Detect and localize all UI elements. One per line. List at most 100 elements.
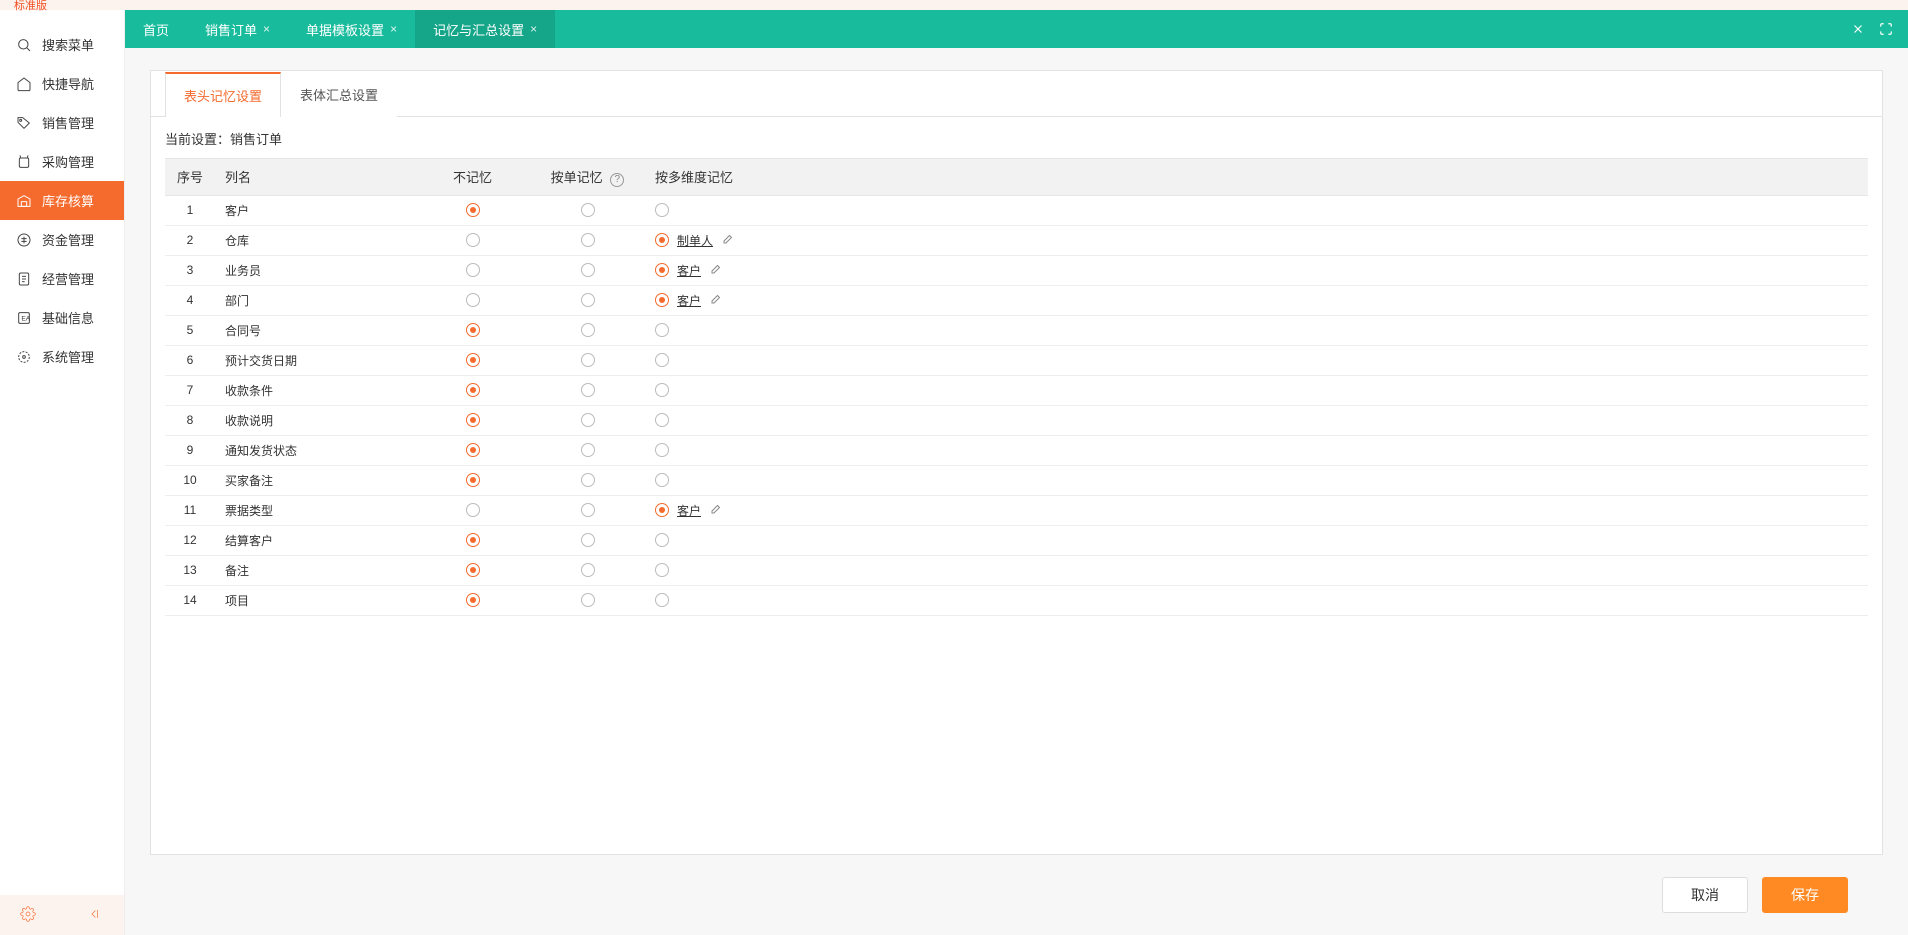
dim-label[interactable]: 客户 [677, 502, 701, 519]
sidebar-item-label: 搜索菜单 [42, 35, 94, 54]
sidebar-item-4[interactable]: 库存核算 [0, 181, 124, 220]
row-byorder [530, 465, 645, 495]
row-none [415, 465, 530, 495]
radio-byorder[interactable] [581, 323, 595, 337]
tab-3[interactable]: 记忆与汇总设置× [415, 10, 555, 48]
cancel-button[interactable]: 取消 [1662, 877, 1748, 913]
row-name: 结算客户 [215, 525, 415, 555]
radio-bydim[interactable] [655, 443, 669, 457]
radio-bydim[interactable] [655, 323, 669, 337]
radio-byorder[interactable] [581, 593, 595, 607]
close-all-tabs-icon[interactable] [1844, 15, 1872, 43]
radio-bydim[interactable] [655, 413, 669, 427]
row-byorder [530, 555, 645, 585]
radio-bydim[interactable] [655, 233, 669, 247]
radio-bydim[interactable] [655, 293, 669, 307]
row-name: 部门 [215, 285, 415, 315]
radio-none[interactable] [466, 323, 480, 337]
table-row: 9通知发货状态 [165, 435, 1868, 465]
row-index: 4 [165, 285, 215, 315]
sidebar-item-2[interactable]: 销售管理 [0, 103, 124, 142]
radio-bydim[interactable] [655, 353, 669, 367]
radio-none[interactable] [466, 413, 480, 427]
edit-icon[interactable] [721, 234, 733, 246]
table-row: 12结算客户 [165, 525, 1868, 555]
table-row: 7收款条件 [165, 375, 1868, 405]
radio-bydim[interactable] [655, 383, 669, 397]
radio-none[interactable] [466, 353, 480, 367]
radio-none[interactable] [466, 443, 480, 457]
help-icon[interactable]: ? [610, 173, 624, 187]
dim-label[interactable]: 制单人 [677, 232, 713, 249]
radio-none[interactable] [466, 473, 480, 487]
radio-none[interactable] [466, 503, 480, 517]
sidebar-item-7[interactable]: EA基础信息 [0, 298, 124, 337]
fullscreen-icon[interactable] [1872, 15, 1900, 43]
radio-none[interactable] [466, 203, 480, 217]
radio-bydim[interactable] [655, 263, 669, 277]
row-none [415, 375, 530, 405]
radio-byorder[interactable] [581, 383, 595, 397]
row-bydim [645, 375, 1868, 405]
radio-byorder[interactable] [581, 353, 595, 367]
sidebar-item-5[interactable]: 资金管理 [0, 220, 124, 259]
save-button[interactable]: 保存 [1762, 877, 1848, 913]
radio-bydim[interactable] [655, 593, 669, 607]
collapse-icon[interactable] [88, 906, 104, 925]
radio-none[interactable] [466, 383, 480, 397]
table-row: 3业务员客户 [165, 255, 1868, 285]
tab-2[interactable]: 单据模板设置× [288, 10, 415, 48]
radio-none[interactable] [466, 293, 480, 307]
subtab-1[interactable]: 表体汇总设置 [281, 72, 397, 117]
close-icon[interactable]: × [390, 22, 397, 36]
radio-none[interactable] [466, 263, 480, 277]
sidebar-item-0[interactable]: 搜索菜单 [0, 25, 124, 64]
settings-icon[interactable] [20, 906, 36, 925]
subtab-0[interactable]: 表头记忆设置 [165, 72, 281, 117]
radio-byorder[interactable] [581, 203, 595, 217]
radio-byorder[interactable] [581, 533, 595, 547]
radio-byorder[interactable] [581, 263, 595, 277]
radio-byorder[interactable] [581, 563, 595, 577]
dim-label[interactable]: 客户 [677, 262, 701, 279]
sidebar-item-8[interactable]: 系统管理 [0, 337, 124, 376]
sidebar-item-3[interactable]: 采购管理 [0, 142, 124, 181]
radio-bydim[interactable] [655, 473, 669, 487]
row-bydim: 客户 [645, 285, 1868, 315]
radio-byorder[interactable] [581, 443, 595, 457]
radio-bydim[interactable] [655, 203, 669, 217]
radio-bydim[interactable] [655, 533, 669, 547]
row-name: 票据类型 [215, 495, 415, 525]
row-bydim: 制单人 [645, 225, 1868, 255]
sidebar-item-label: 经营管理 [42, 269, 94, 288]
radio-none[interactable] [466, 533, 480, 547]
edit-icon[interactable] [709, 264, 721, 276]
radio-byorder[interactable] [581, 413, 595, 427]
row-byorder [530, 585, 645, 615]
sidebar-item-6[interactable]: 经营管理 [0, 259, 124, 298]
edit-icon[interactable] [709, 504, 721, 516]
radio-none[interactable] [466, 233, 480, 247]
radio-none[interactable] [466, 563, 480, 577]
radio-byorder[interactable] [581, 503, 595, 517]
row-index: 3 [165, 255, 215, 285]
tab-label: 销售订单 [205, 20, 257, 39]
row-index: 6 [165, 345, 215, 375]
radio-byorder[interactable] [581, 233, 595, 247]
tab-0[interactable]: 首页 [125, 10, 187, 48]
sidebar-item-1[interactable]: 快捷导航 [0, 64, 124, 103]
svg-text:EA: EA [21, 315, 30, 322]
tab-1[interactable]: 销售订单 × [187, 10, 288, 48]
radio-bydim[interactable] [655, 503, 669, 517]
row-index: 5 [165, 315, 215, 345]
radio-byorder[interactable] [581, 473, 595, 487]
edit-icon[interactable] [709, 294, 721, 306]
radio-byorder[interactable] [581, 293, 595, 307]
close-icon[interactable]: × [530, 22, 537, 36]
row-name: 备注 [215, 555, 415, 585]
close-icon[interactable]: × [263, 22, 270, 36]
row-bydim [645, 195, 1868, 225]
radio-bydim[interactable] [655, 563, 669, 577]
radio-none[interactable] [466, 593, 480, 607]
dim-label[interactable]: 客户 [677, 292, 701, 309]
